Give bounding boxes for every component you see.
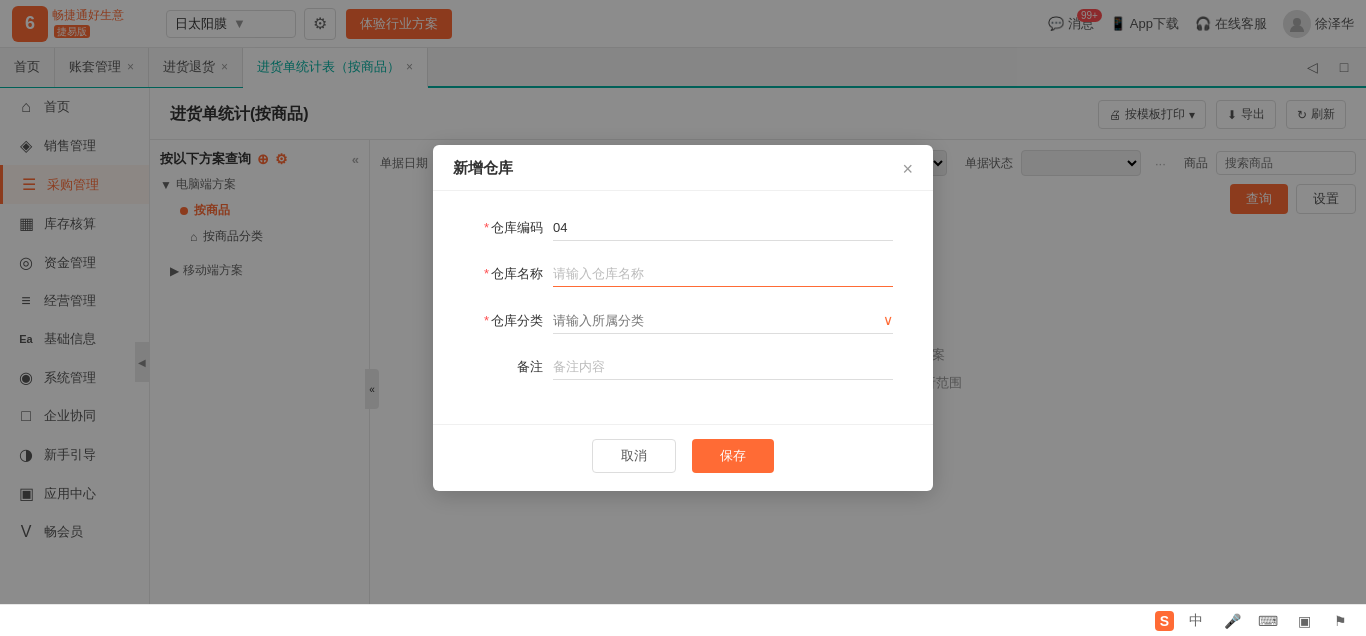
category-dropdown-arrow: ∨ bbox=[883, 312, 893, 328]
dialog-header: 新增仓库 × bbox=[433, 145, 933, 191]
warehouse-note-row: 备注 bbox=[473, 354, 893, 380]
flag-icon[interactable]: ⚑ bbox=[1326, 607, 1354, 635]
save-button[interactable]: 保存 bbox=[692, 439, 774, 473]
warehouse-code-row: *仓库编码 bbox=[473, 215, 893, 241]
warehouse-code-input[interactable] bbox=[553, 215, 893, 241]
bottom-bar: S 中 🎤 ⌨ ▣ ⚑ bbox=[0, 604, 1366, 636]
category-input[interactable] bbox=[553, 313, 883, 328]
dialog-body: *仓库编码 *仓库名称 *仓库分类 ∨ bbox=[433, 191, 933, 424]
modal-overlay: 新增仓库 × *仓库编码 *仓库名称 *仓库分类 bbox=[0, 0, 1366, 636]
warehouse-name-input[interactable] bbox=[553, 261, 893, 287]
mic-icon[interactable]: 🎤 bbox=[1218, 607, 1246, 635]
keyboard-icon[interactable]: ⌨ bbox=[1254, 607, 1282, 635]
warehouse-note-input[interactable] bbox=[553, 354, 893, 380]
s-logo: S bbox=[1155, 611, 1174, 631]
warehouse-category-label: *仓库分类 bbox=[473, 312, 553, 330]
dialog-close-button[interactable]: × bbox=[902, 160, 913, 178]
warehouse-name-label: *仓库名称 bbox=[473, 265, 553, 283]
warehouse-category-select[interactable]: ∨ bbox=[553, 307, 893, 334]
lang-icon[interactable]: 中 bbox=[1182, 607, 1210, 635]
dialog-footer: 取消 保存 bbox=[433, 424, 933, 491]
warehouse-name-row: *仓库名称 bbox=[473, 261, 893, 287]
warehouse-code-label: *仓库编码 bbox=[473, 219, 553, 237]
dialog-title: 新增仓库 bbox=[453, 159, 513, 178]
grid-icon[interactable]: ▣ bbox=[1290, 607, 1318, 635]
warehouse-note-label: 备注 bbox=[473, 358, 553, 376]
new-warehouse-dialog: 新增仓库 × *仓库编码 *仓库名称 *仓库分类 bbox=[433, 145, 933, 491]
warehouse-category-row: *仓库分类 ∨ bbox=[473, 307, 893, 334]
cancel-button[interactable]: 取消 bbox=[592, 439, 676, 473]
